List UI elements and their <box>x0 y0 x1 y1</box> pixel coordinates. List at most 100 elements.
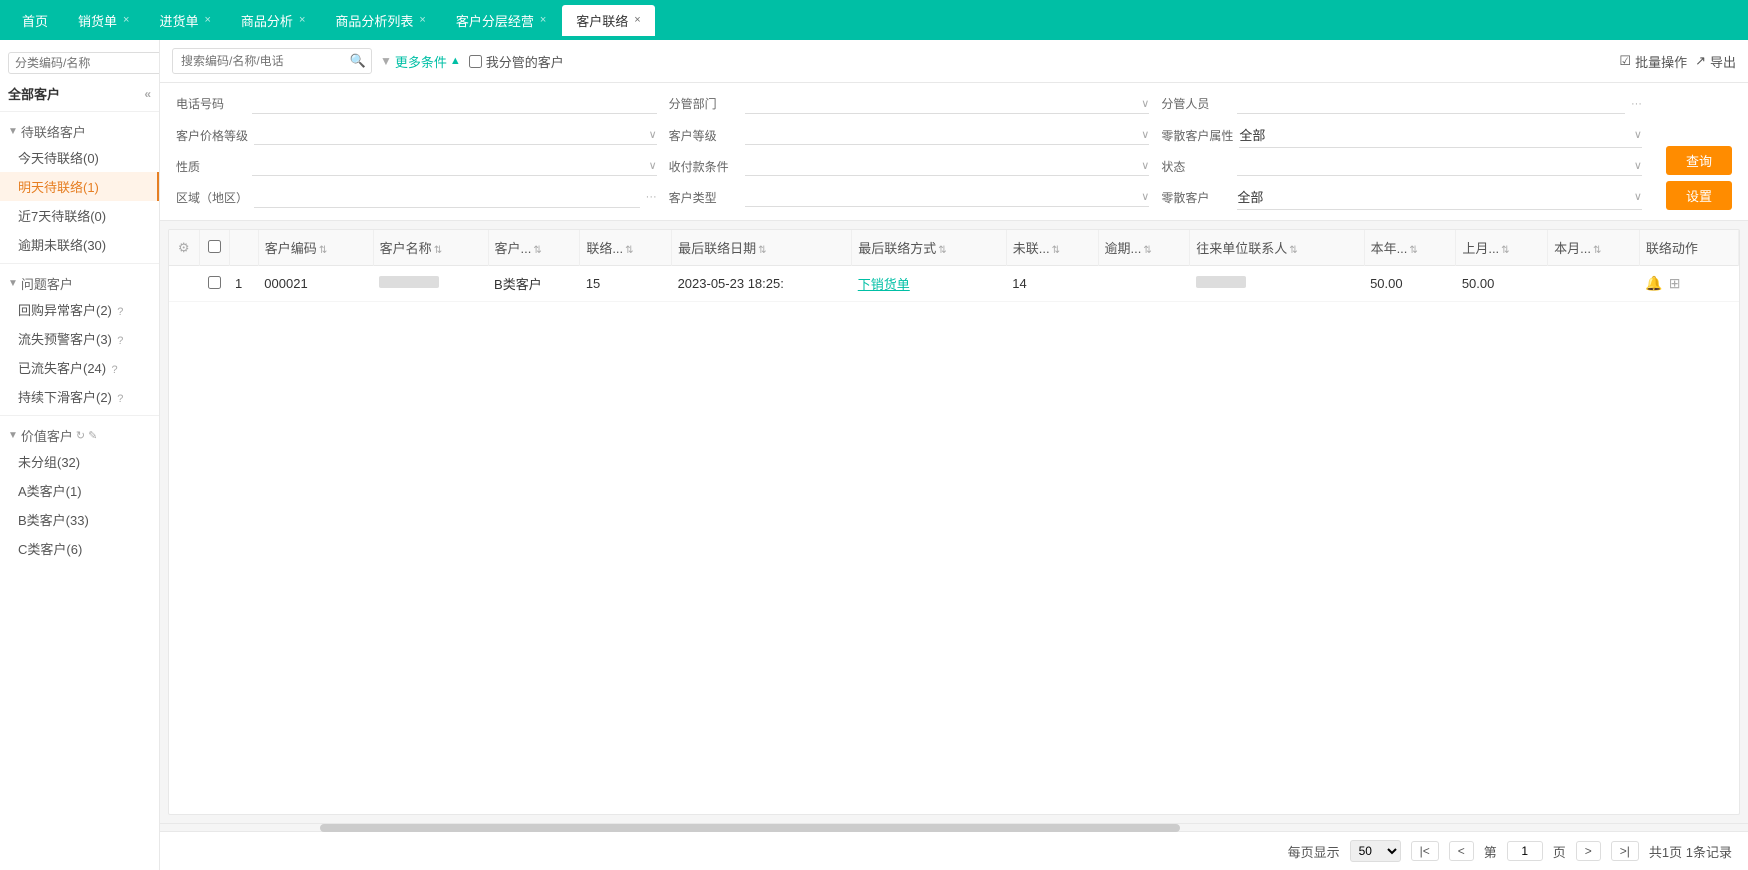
col-type[interactable]: 客户...⇅ <box>488 230 580 266</box>
filter-label-customer-type: 客户类型 <box>669 189 739 206</box>
nav-home[interactable]: 首页 <box>8 5 62 36</box>
sidebar-item-a-class[interactable]: A类客户(1) <box>0 476 159 505</box>
my-customers-checkbox[interactable] <box>469 55 482 68</box>
filter-input-manager[interactable] <box>1237 93 1625 114</box>
filter-label-phone: 电话号码 <box>176 95 246 112</box>
filter-field-customer-type: 客户类型 ∨ <box>669 187 1150 207</box>
sidebar-item-today-pending[interactable]: 今天待联络(0) <box>0 143 159 172</box>
last-page-button[interactable]: >| <box>1611 841 1639 861</box>
sidebar-item-overdue[interactable]: 逾期未联络(30) <box>0 230 159 259</box>
settings-button[interactable]: 设置 <box>1666 181 1732 210</box>
sidebar-item-ungrouped[interactable]: 未分组(32) <box>0 447 159 476</box>
checkbox-column-header <box>199 230 229 266</box>
gear-column-header[interactable]: ⚙ <box>169 230 199 266</box>
search-input[interactable] <box>172 48 372 74</box>
filter-field-dept: 分管部门 ∨ <box>669 94 1150 114</box>
more-conditions-button[interactable]: ▼ 更多条件 ▲ <box>380 52 461 71</box>
filter-field-customer-level: 客户等级 ∨ <box>669 125 1150 145</box>
filter-select-dept[interactable]: ∨ <box>745 94 1150 114</box>
close-icon[interactable]: × <box>419 14 425 26</box>
more-icon[interactable]: ··· <box>646 191 657 203</box>
sidebar: 🔍 全部客户 « 待联络客户 今天待联络(0) 明天待联络(1) 近7天待联络(… <box>0 40 160 870</box>
close-icon[interactable]: × <box>123 14 129 26</box>
select-all-checkbox[interactable] <box>208 240 221 253</box>
filter-select-retail-attr[interactable]: 全部 ∨ <box>1239 122 1642 148</box>
filter-row-2: 客户价格等级 ∨ 客户等级 ∨ <box>176 122 1642 148</box>
filter-label-price-level: 客户价格等级 <box>176 127 248 144</box>
refresh-icon[interactable]: ↻ <box>76 429 85 442</box>
filter-actions: 查询 设置 <box>1666 93 1732 210</box>
filter-label-manager: 分管人员 <box>1161 95 1231 112</box>
col-last-contact-date[interactable]: 最后联络日期⇅ <box>672 230 852 266</box>
nav-purchase-order[interactable]: 进货单 × <box>145 5 224 36</box>
col-code[interactable]: 客户编码⇅ <box>258 230 373 266</box>
col-no <box>229 230 258 266</box>
help-icon: ? <box>117 306 123 318</box>
help-icon: ? <box>117 393 123 405</box>
filter-select-customer-type[interactable]: ∨ <box>745 187 1150 207</box>
close-icon[interactable]: × <box>540 14 546 26</box>
filter-select-customer-level[interactable]: ∨ <box>745 125 1150 145</box>
col-overdue[interactable]: 逾期...⇅ <box>1098 230 1190 266</box>
contact-icon[interactable]: 🔔 <box>1645 275 1662 292</box>
filter-select-nature[interactable]: ∨ <box>252 156 657 176</box>
sidebar-item-c-class[interactable]: C类客户(6) <box>0 534 159 563</box>
filter-select-retail[interactable]: 全部 ∨ <box>1237 184 1642 210</box>
row-code: 000021 <box>258 266 373 302</box>
col-company-contact[interactable]: 往来单位联系人⇅ <box>1190 230 1364 266</box>
filter-field-retail: 零散客户 全部 ∨ <box>1161 184 1642 210</box>
nav-product-analysis[interactable]: 商品分析 × <box>227 5 319 36</box>
page-input[interactable] <box>1507 841 1543 861</box>
all-customers-header[interactable]: 全部客户 « <box>0 78 159 107</box>
col-last-month[interactable]: 上月...⇅ <box>1456 230 1548 266</box>
filter-input-phone[interactable] <box>252 93 657 114</box>
row-checkbox[interactable] <box>208 276 221 289</box>
prev-page-button[interactable]: < <box>1449 841 1474 861</box>
nav-customer-tier[interactable]: 客户分层经营 × <box>442 5 560 36</box>
page-label: 第 <box>1484 842 1497 861</box>
filter-select-price-level[interactable]: ∨ <box>254 125 657 145</box>
nav-product-analysis-list[interactable]: 商品分析列表 × <box>321 5 439 36</box>
sidebar-item-lost[interactable]: 已流失客户(24) ? <box>0 353 159 382</box>
row-company-contact <box>1190 266 1364 302</box>
filter-select-status[interactable]: ∨ <box>1237 156 1642 176</box>
nav-customer-contact[interactable]: 客户联络 × <box>562 5 654 36</box>
sidebar-item-b-class[interactable]: B类客户(33) <box>0 505 159 534</box>
next-page-button[interactable]: > <box>1576 841 1601 861</box>
sidebar-item-declining[interactable]: 持续下滑客户(2) ? <box>0 382 159 411</box>
row-uncontacted: 14 <box>1006 266 1098 302</box>
filter-input-region[interactable] <box>254 187 640 208</box>
page-suffix: 页 <box>1553 842 1566 861</box>
sidebar-item-abnormal-repurchase[interactable]: 回购异常客户(2) ? <box>0 295 159 324</box>
row-last-month: 50.00 <box>1456 266 1548 302</box>
close-icon[interactable]: × <box>204 14 210 26</box>
horizontal-scrollbar[interactable] <box>160 823 1748 831</box>
col-uncontacted[interactable]: 未联...⇅ <box>1006 230 1098 266</box>
col-this-year[interactable]: 本年...⇅ <box>1364 230 1456 266</box>
chevron-down-icon: ∨ <box>649 159 657 172</box>
close-icon[interactable]: × <box>634 14 640 26</box>
query-button[interactable]: 查询 <box>1666 146 1732 175</box>
col-this-month[interactable]: 本月...⇅ <box>1548 230 1640 266</box>
col-name[interactable]: 客户名称⇅ <box>373 230 488 266</box>
filter-select-payment[interactable]: ∨ <box>745 156 1150 176</box>
nav-sales-order[interactable]: 销货单 × <box>64 5 143 36</box>
row-last-contact-method[interactable]: 下销货单 <box>852 266 1006 302</box>
bulk-ops-button[interactable]: ☑ 批量操作 <box>1619 52 1687 71</box>
search-button[interactable]: 🔍 <box>350 53 366 69</box>
sidebar-item-tomorrow-pending[interactable]: 明天待联络(1) <box>0 172 159 201</box>
first-page-button[interactable]: |< <box>1411 841 1439 861</box>
export-button[interactable]: ↗ 导出 <box>1695 52 1736 71</box>
sidebar-search-input[interactable] <box>8 52 160 74</box>
close-icon[interactable]: × <box>299 14 305 26</box>
sidebar-item-7days-pending[interactable]: 近7天待联络(0) <box>0 201 159 230</box>
col-contact-count[interactable]: 联络...⇅ <box>580 230 672 266</box>
more-icon[interactable]: ··· <box>1631 98 1642 110</box>
collapse-icon[interactable]: « <box>144 87 151 101</box>
col-last-contact-method[interactable]: 最后联络方式⇅ <box>852 230 1006 266</box>
scrollbar-thumb[interactable] <box>320 824 1180 832</box>
more-action-icon[interactable]: ⊞ <box>1669 275 1681 292</box>
page-size-select[interactable]: 50 100 200 <box>1350 840 1401 862</box>
edit-icon[interactable]: ✎ <box>88 429 97 442</box>
sidebar-item-loss-warning[interactable]: 流失预警客户(3) ? <box>0 324 159 353</box>
